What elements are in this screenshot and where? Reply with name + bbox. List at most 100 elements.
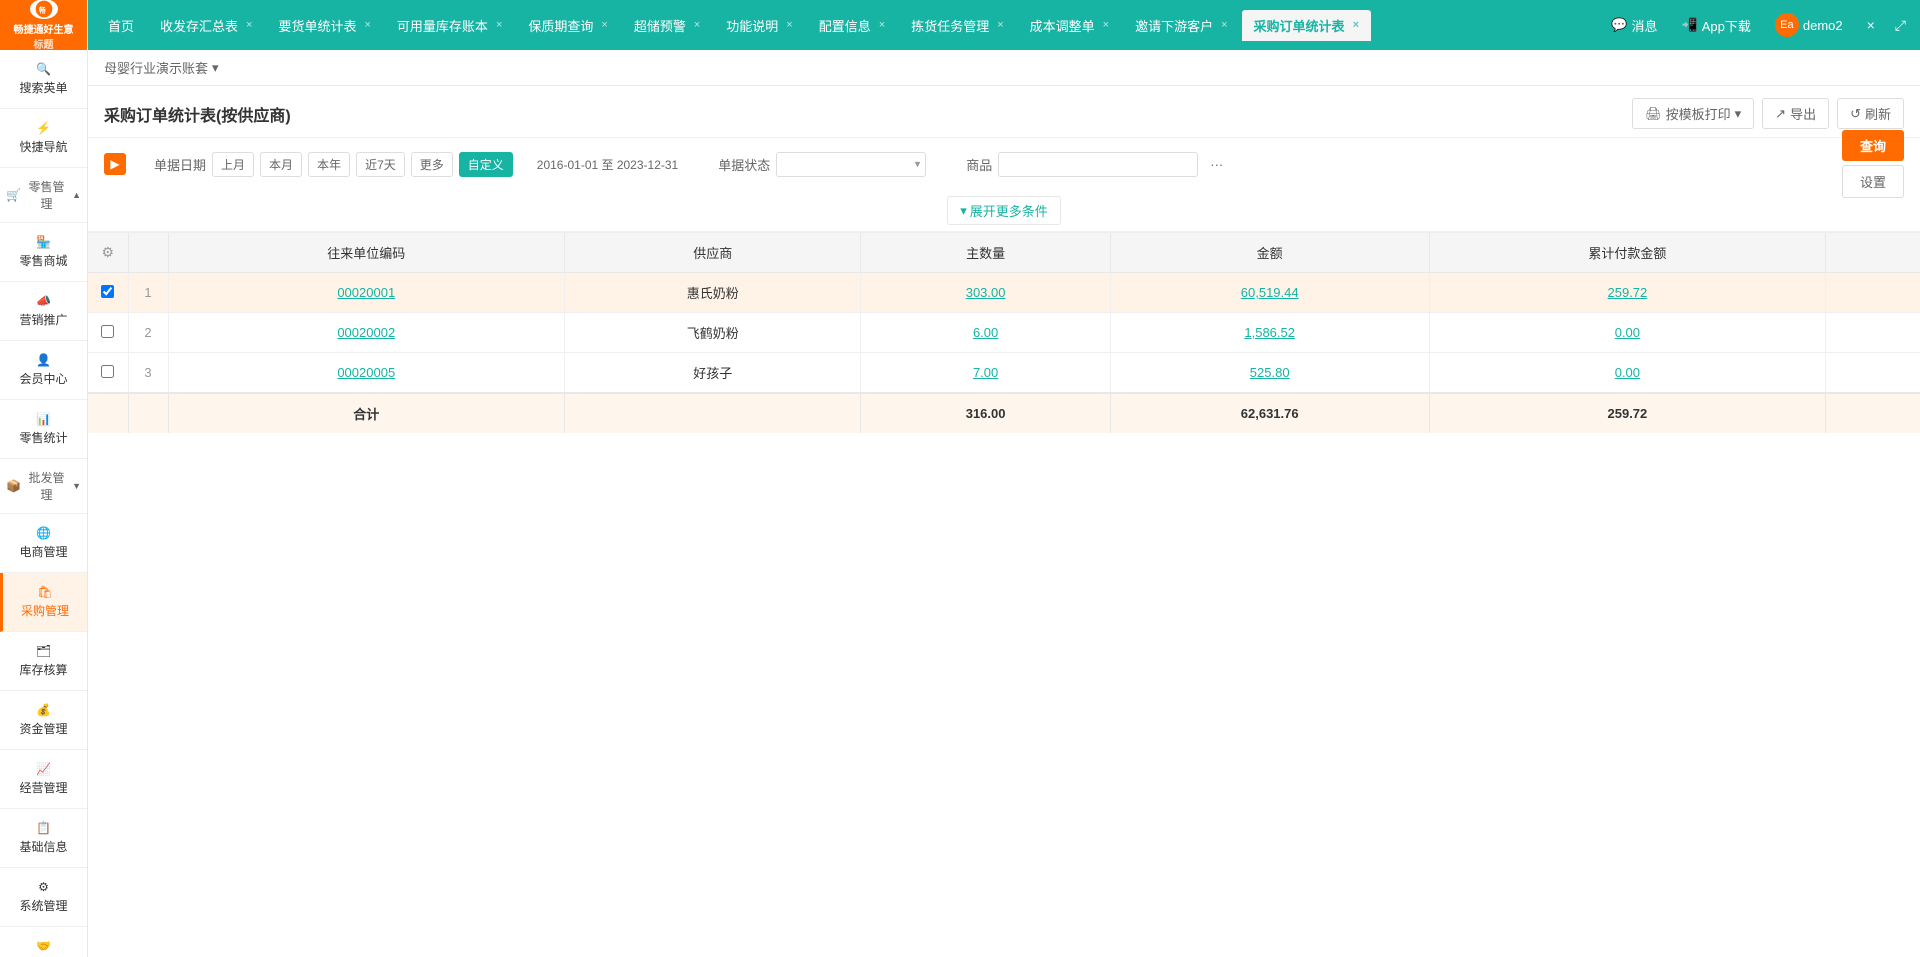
sidebar-item-quicknav[interactable]: ⚡ 快捷导航 [0,109,87,168]
filter-settings-btn[interactable]: 设置 [1842,165,1904,198]
close-cost-adjust[interactable]: × [1103,19,1109,31]
sidebar-item-inventory[interactable]: 🗂 库存核算 [0,632,87,691]
row-paid-amount[interactable]: 0.00 [1429,353,1826,394]
table-row[interactable]: 3 00020005 好孩子 7.00 525.80 0.00 [88,353,1920,394]
sidebar-item-retail[interactable]: 🛒 零售管理 [0,168,87,223]
sidebar-item-ecommerce[interactable]: 🌐 电商管理 [0,514,87,573]
retail-shop-icon: 🏪 [36,235,51,249]
row-paid-amount[interactable]: 259.72 [1429,273,1826,313]
footer-num-cell [128,393,168,433]
maximize-window-btn[interactable]: ⤢ [1889,15,1912,36]
header-row: 母婴行业演示账套 ▾ [88,50,1920,86]
row-num: 1 [128,273,168,313]
nav-item-picking-task[interactable]: 拣货任务管理 × [899,10,1015,41]
table-settings-icon[interactable]: ⚙ [101,244,114,260]
message-btn[interactable]: 💬 消息 [1605,12,1663,39]
date-btn-this-year[interactable]: 本年 [308,152,350,177]
row-unit-code[interactable]: 00020001 [168,273,565,313]
sidebar-item-member[interactable]: 👤 会员中心 [0,341,87,400]
sidebar-label-basic: 基础信息 [19,838,67,855]
sidebar-item-enterprise[interactable]: 🤝 企业协同 [0,927,87,957]
date-btn-7days[interactable]: 近7天 [356,152,405,177]
col-extra [1826,233,1920,273]
goods-input[interactable] [998,152,1198,177]
account-label: 母婴行业演示账套 [104,58,208,77]
close-config-info[interactable]: × [879,19,885,31]
close-purchase-summary[interactable]: × [1353,19,1359,31]
row-unit-code[interactable]: 00020002 [168,313,565,353]
sidebar-item-marketing[interactable]: 📣 营销推广 [0,282,87,341]
sidebar-item-system[interactable]: ⚙ 系统管理 [0,868,87,927]
nav-item-order-stats[interactable]: 要货单统计表 × [266,10,382,41]
row-paid-amount[interactable]: 0.00 [1429,313,1826,353]
date-btn-last-month[interactable]: 上月 [212,152,254,177]
table-row[interactable]: 1 00020001 惠氏奶粉 303.00 60,519.44 259.72 [88,273,1920,313]
row-amount[interactable]: 525.80 [1110,353,1429,394]
close-order-stats[interactable]: × [364,19,370,31]
sidebar-item-wholesale[interactable]: 📦 批发管理 [0,459,87,514]
app-logo[interactable]: 畅 畅捷通好生意 标题 [0,0,87,50]
config-info-label: 配置信息 [819,16,871,35]
row-main-qty[interactable]: 7.00 [861,353,1110,394]
sidebar-item-retail-stats[interactable]: 📊 零售统计 [0,400,87,459]
close-function-desc[interactable]: × [786,19,792,31]
sidebar-item-purchase[interactable]: 🛍 采购管理 [0,573,87,632]
goods-ellipsis[interactable]: ··· [1204,153,1229,176]
footer-extra-cell [1826,393,1920,433]
footer-label: 合计 [353,407,379,422]
nav-item-home[interactable]: 首页 [96,10,146,41]
row-checkbox[interactable] [101,285,114,298]
sidebar-item-operations[interactable]: 📈 经营管理 [0,750,87,809]
nav-item-warranty[interactable]: 保质期查询 × [516,10,619,41]
close-invite-downstream[interactable]: × [1221,19,1227,31]
close-receive-summary[interactable]: × [246,19,252,31]
nav-item-invite-downstream[interactable]: 邀请下游客户 × [1123,10,1239,41]
enterprise-icon: 🤝 [36,939,51,953]
refresh-btn[interactable]: ↺ 刷新 [1837,98,1904,129]
row-extra [1826,313,1920,353]
row-num: 2 [128,313,168,353]
nav-item-overstock[interactable]: 超储预警 × [622,10,712,41]
nav-item-cost-adjust[interactable]: 成本调整单 × [1018,10,1121,41]
row-amount[interactable]: 1,586.52 [1110,313,1429,353]
export-btn[interactable]: ↗ 导出 [1762,98,1829,129]
status-filter: 单据状态 全部 草稿 已确认 [718,152,926,177]
row-num: 3 [128,353,168,394]
row-main-qty[interactable]: 6.00 [861,313,1110,353]
status-select[interactable]: 全部 草稿 已确认 [776,152,926,177]
close-available-inventory[interactable]: × [496,19,502,31]
app-download-btn[interactable]: 📲 App下载 [1676,12,1757,39]
row-amount[interactable]: 60,519.44 [1110,273,1429,313]
date-btn-custom[interactable]: 自定义 [459,152,513,177]
close-window-btn[interactable]: × [1861,15,1881,35]
close-picking-task[interactable]: × [997,19,1003,31]
sidebar-item-search[interactable]: 🔍 搜索英单 [0,50,87,109]
user-profile-btn[interactable]: Ea demo2 [1769,9,1849,41]
row-checkbox[interactable] [101,365,114,378]
close-warranty[interactable]: × [601,19,607,31]
nav-item-config-info[interactable]: 配置信息 × [807,10,897,41]
print-btn[interactable]: 🖨 按模板打印 ▾ [1632,98,1754,129]
sidebar-item-finance[interactable]: 💰 资金管理 [0,691,87,750]
refresh-icon: ↺ [1850,106,1861,122]
date-btn-this-month[interactable]: 本月 [260,152,302,177]
row-unit-code[interactable]: 00020005 [168,353,565,394]
query-btn[interactable]: 查询 [1842,130,1904,161]
sidebar-item-basic[interactable]: 📋 基础信息 [0,809,87,868]
close-overstock[interactable]: × [694,19,700,31]
sidebar-item-retail-shop[interactable]: 🏪 零售商城 [0,223,87,282]
account-dropdown[interactable]: 母婴行业演示账套 ▾ [104,58,219,77]
footer-paid-amount: 259.72 [1429,393,1826,433]
nav-item-purchase-summary[interactable]: 采购订单统计表 × [1242,10,1371,41]
row-checkbox[interactable] [101,325,114,338]
row-main-qty[interactable]: 303.00 [861,273,1110,313]
table-row[interactable]: 2 00020002 飞鹤奶粉 6.00 1,586.52 0.00 [88,313,1920,353]
message-icon: 💬 [1611,17,1627,33]
nav-item-function-desc[interactable]: 功能说明 × [714,10,804,41]
nav-item-receive-summary[interactable]: 收发存汇总表 × [148,10,264,41]
nav-item-available-inventory[interactable]: 可用量库存账本 × [385,10,514,41]
filter-expand-arrow[interactable]: ▶ [104,153,126,175]
date-btn-more[interactable]: 更多 [411,152,453,177]
expand-more-btn[interactable]: ▾ 展开更多条件 [947,196,1061,225]
col-amount: 金额 [1110,233,1429,273]
